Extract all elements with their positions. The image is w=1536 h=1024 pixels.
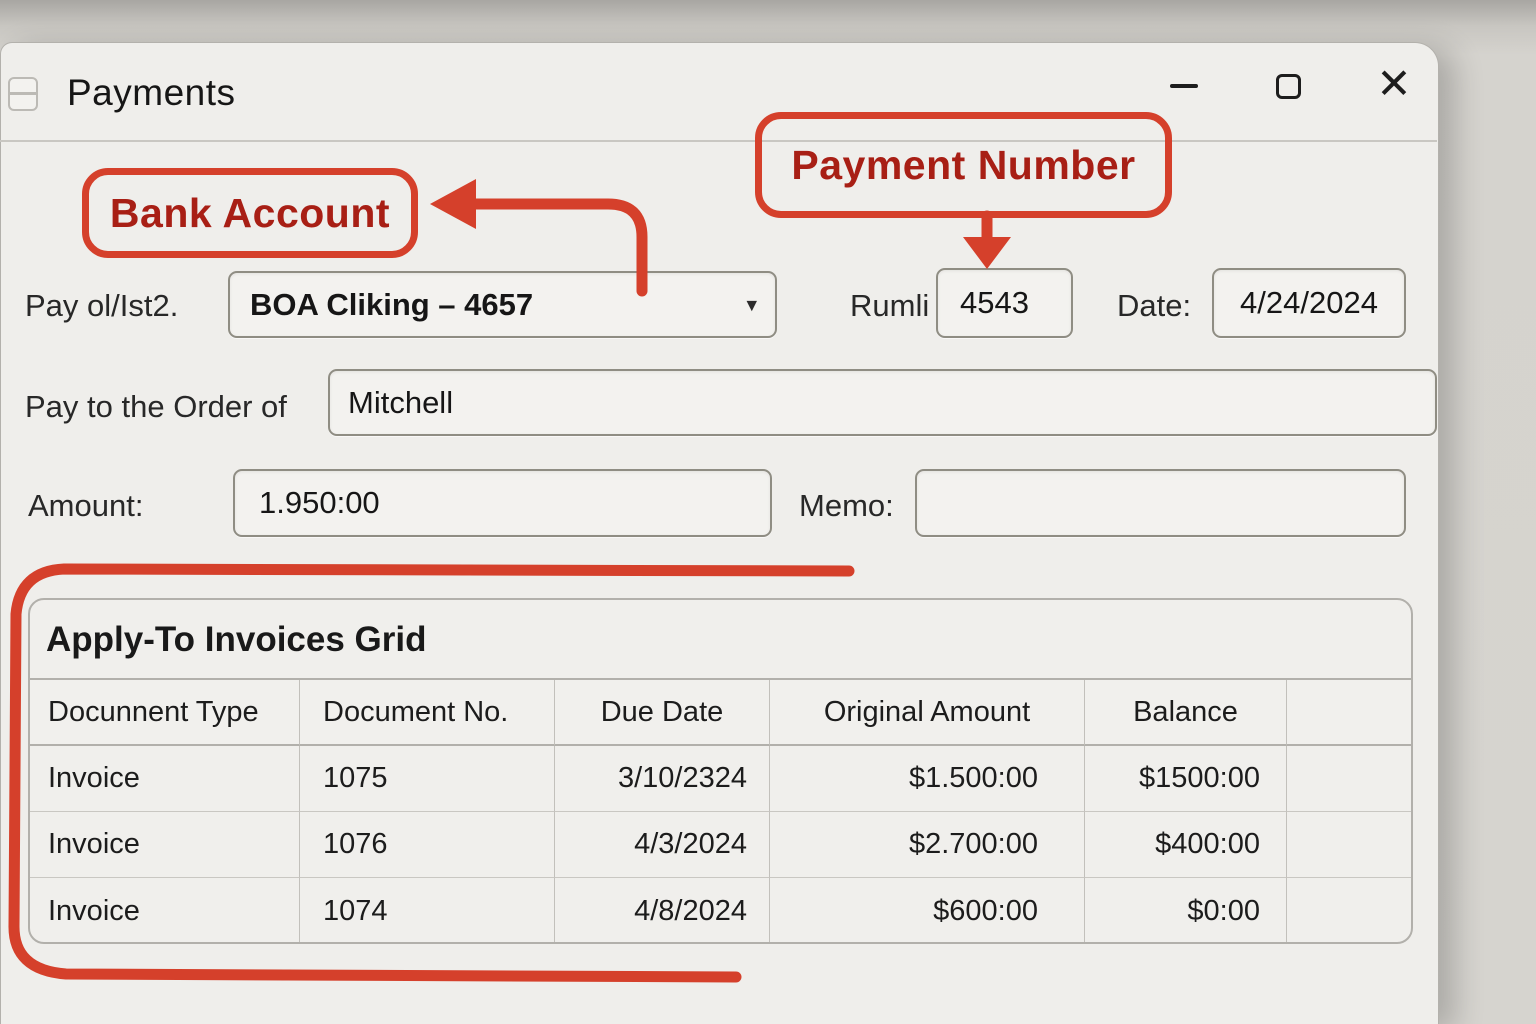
date-input[interactable]: 4/24/2024 — [1212, 268, 1406, 338]
window-title: Payments — [67, 72, 236, 113]
cell-due-date: 3/10/2324 — [555, 746, 770, 812]
title-bar: Payments ✕ — [0, 42, 1437, 142]
cell-due-date: 4/3/2024 — [555, 812, 770, 878]
payment-number-label: Rumli — [850, 288, 930, 323]
table-row[interactable]: Invoice 1076 4/3/2024 $2.700:00 $400:00 — [30, 812, 1411, 878]
column-header-document-no: Document No. — [300, 680, 555, 746]
payment-number-annotation-label: Payment Number — [791, 141, 1136, 188]
table-row[interactable]: Invoice 1074 4/8/2024 $600:00 $0:00 — [30, 878, 1411, 942]
cell-empty — [1287, 878, 1411, 942]
cell-empty — [1287, 812, 1411, 878]
memo-input[interactable] — [915, 469, 1406, 537]
maximize-icon — [1275, 73, 1301, 99]
minimize-icon — [1170, 84, 1198, 88]
bank-account-value: BOA Cliking – 4657 — [250, 286, 534, 322]
column-header-balance: Balance — [1085, 680, 1287, 746]
close-icon: ✕ — [1376, 60, 1412, 107]
cell-empty — [1287, 746, 1411, 812]
maximize-button[interactable] — [1262, 60, 1314, 112]
payee-account-label: Pay ol/Ist2. — [25, 288, 179, 323]
amount-input[interactable]: 1.950:00 — [233, 469, 772, 537]
invoices-table: Docunnent Type Document No. Due Date Ori… — [30, 678, 1411, 942]
chevron-down-icon: ▾ — [746, 293, 757, 316]
cell-original-amount: $2.700:00 — [770, 812, 1085, 878]
table-row[interactable]: Invoice 1075 3/10/2324 $1.500:00 $1500:0… — [30, 746, 1411, 812]
cell-balance: $1500:00 — [1085, 746, 1287, 812]
date-label: Date: — [1117, 288, 1192, 323]
close-button[interactable]: ✕ — [1368, 58, 1420, 110]
pay-to-input[interactable]: Mitchell — [328, 369, 1437, 436]
cell-document-no: 1075 — [300, 746, 555, 812]
payment-number-input[interactable]: 4543 — [936, 268, 1073, 338]
cell-document-type: Invoice — [30, 746, 300, 812]
payments-screen: Payments ✕ Pay ol/Ist2. BOA Cliking – 46… — [0, 0, 1536, 1024]
cell-due-date: 4/8/2024 — [555, 878, 770, 942]
column-header-due-date: Due Date — [555, 680, 770, 746]
grid-title: Apply-To Invoices Grid — [46, 620, 427, 659]
column-header-empty — [1287, 680, 1411, 746]
memo-label: Memo: — [799, 488, 894, 523]
pay-to-value: Mitchell — [348, 384, 454, 420]
cell-original-amount: $600:00 — [770, 878, 1085, 942]
bank-account-dropdown[interactable]: BOA Cliking – 4657 ▾ — [228, 271, 777, 338]
app-window-icon — [8, 77, 38, 111]
cell-document-type: Invoice — [30, 878, 300, 942]
bank-account-annotation-label: Bank Account — [109, 189, 391, 236]
bank-account-annotation: Bank Account — [82, 168, 418, 258]
apply-to-invoices-panel: Apply-To Invoices Grid Docunnent Type Do… — [28, 598, 1413, 944]
cell-balance: $0:00 — [1085, 878, 1287, 942]
table-header-row: Docunnent Type Document No. Due Date Ori… — [30, 680, 1411, 746]
pay-to-label: Pay to the Order of — [25, 389, 287, 424]
amount-value: 1.950:00 — [259, 485, 380, 520]
cell-document-no: 1074 — [300, 878, 555, 942]
column-header-document-type: Docunnent Type — [30, 680, 300, 746]
payment-number-annotation: Payment Number — [755, 112, 1172, 218]
minimize-button[interactable] — [1158, 60, 1210, 112]
cell-balance: $400:00 — [1085, 812, 1287, 878]
column-header-original-amount: Original Amount — [770, 680, 1085, 746]
payment-number-value: 4543 — [960, 285, 1029, 320]
cell-document-type: Invoice — [30, 812, 300, 878]
date-value: 4/24/2024 — [1240, 285, 1378, 320]
cell-original-amount: $1.500:00 — [770, 746, 1085, 812]
cell-document-no: 1076 — [300, 812, 555, 878]
amount-label: Amount: — [28, 488, 144, 523]
